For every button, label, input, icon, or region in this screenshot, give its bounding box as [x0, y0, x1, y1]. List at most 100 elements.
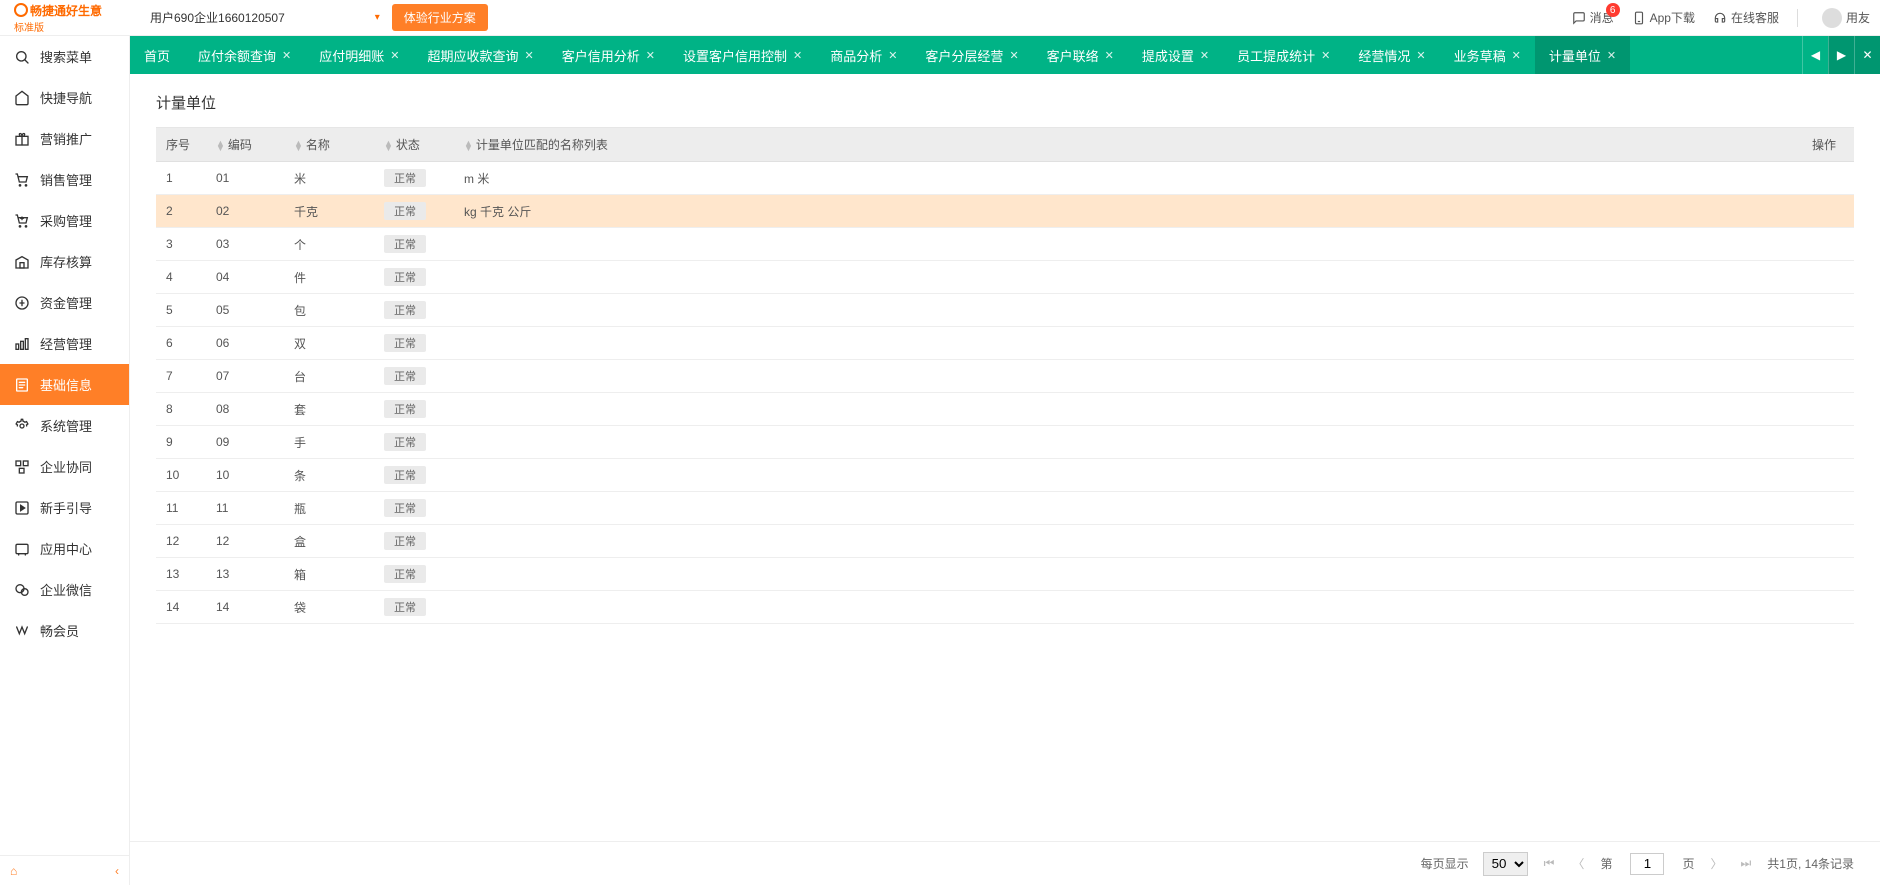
close-icon[interactable]: ✕ — [282, 49, 291, 62]
table-row[interactable]: 808套正常 — [156, 393, 1854, 426]
close-icon[interactable]: ✕ — [1105, 49, 1114, 62]
cell-seq: 5 — [156, 294, 206, 327]
cell-seq: 2 — [156, 195, 206, 228]
company-select-label: 用户690企业1660120507 — [150, 9, 285, 26]
close-icon[interactable]: ✕ — [1416, 49, 1425, 62]
table-row[interactable]: 707台正常 — [156, 360, 1854, 393]
app-download-link[interactable]: App下载 — [1632, 9, 1695, 26]
sidebar-item-3[interactable]: 销售管理 — [0, 159, 129, 200]
table-row[interactable]: 202千克正常kg 千克 公斤 — [156, 195, 1854, 228]
close-icon[interactable]: ✕ — [1512, 49, 1521, 62]
page-prev[interactable]: 〈 — [1570, 855, 1586, 872]
close-icon[interactable]: ✕ — [390, 49, 399, 62]
sidebar-item-12[interactable]: 应用中心 — [0, 528, 129, 569]
page-first[interactable]: ⏮ — [1542, 856, 1557, 871]
page-next[interactable]: 〉 — [1708, 855, 1724, 872]
sidebar-item-10[interactable]: 企业协同 — [0, 446, 129, 487]
table-row[interactable]: 303个正常 — [156, 228, 1854, 261]
table-row[interactable]: 1212盒正常 — [156, 525, 1854, 558]
table-row[interactable]: 505包正常 — [156, 294, 1854, 327]
tab-13[interactable]: 计量单位✕ — [1535, 36, 1630, 74]
table-row[interactable]: 909手正常 — [156, 426, 1854, 459]
sidebar-item-7[interactable]: 经营管理 — [0, 323, 129, 364]
sidebar-expand-icon[interactable]: ‹ — [115, 864, 119, 878]
close-icon[interactable]: ✕ — [1321, 49, 1330, 62]
tab-4[interactable]: 客户信用分析✕ — [548, 36, 669, 74]
page-size-select[interactable]: 50 — [1483, 852, 1528, 876]
chart-icon — [14, 336, 30, 352]
cell-name: 双 — [284, 327, 374, 360]
messages-link[interactable]: 消息 6 — [1572, 9, 1614, 26]
page-input[interactable] — [1630, 853, 1664, 875]
tab-12[interactable]: 业务草稿✕ — [1440, 36, 1535, 74]
table-row[interactable]: 606双正常 — [156, 327, 1854, 360]
col-match[interactable]: ▲▼计量单位匹配的名称列表 — [454, 128, 1794, 162]
col-status[interactable]: ▲▼状态 — [374, 128, 454, 162]
sidebar-item-11[interactable]: 新手引导 — [0, 487, 129, 528]
cell-status: 正常 — [374, 261, 454, 294]
tab-0[interactable]: 首页 — [130, 36, 184, 74]
sidebar-item-14[interactable]: 畅会员 — [0, 610, 129, 651]
trial-button[interactable]: 体验行业方案 — [392, 4, 488, 31]
cell-op — [1794, 525, 1854, 558]
sidebar-item-9[interactable]: 系统管理 — [0, 405, 129, 446]
tab-1[interactable]: 应付余额查询✕ — [184, 36, 305, 74]
table-row[interactable]: 101米正常m 米 — [156, 162, 1854, 195]
tab-3[interactable]: 超期应收款查询✕ — [413, 36, 547, 74]
cell-match — [454, 525, 1794, 558]
close-icon[interactable]: ✕ — [1607, 49, 1616, 62]
close-icon[interactable]: ✕ — [888, 49, 897, 62]
per-page-label: 每页显示 — [1421, 855, 1469, 872]
close-icon[interactable]: ✕ — [1200, 49, 1209, 62]
cell-name: 套 — [284, 393, 374, 426]
close-icon[interactable]: ✕ — [646, 49, 655, 62]
col-name[interactable]: ▲▼名称 — [284, 128, 374, 162]
sidebar-item-8[interactable]: 基础信息 — [0, 364, 129, 405]
table-row[interactable]: 404件正常 — [156, 261, 1854, 294]
cell-status: 正常 — [374, 492, 454, 525]
cell-code: 04 — [206, 261, 284, 294]
col-seq[interactable]: 序号 — [156, 128, 206, 162]
table-row[interactable]: 1010条正常 — [156, 459, 1854, 492]
tabs-close-all[interactable]: ✕ — [1854, 36, 1880, 74]
sidebar-item-2[interactable]: 营销推广 — [0, 118, 129, 159]
tab-8[interactable]: 客户联络✕ — [1033, 36, 1128, 74]
close-icon[interactable]: ✕ — [525, 49, 534, 62]
cell-match — [454, 327, 1794, 360]
tab-5[interactable]: 设置客户信用控制✕ — [669, 36, 816, 74]
sidebar-item-6[interactable]: 资金管理 — [0, 282, 129, 323]
tab-6[interactable]: 商品分析✕ — [816, 36, 911, 74]
cell-name: 袋 — [284, 591, 374, 624]
cell-status: 正常 — [374, 294, 454, 327]
page-last[interactable]: ⏭ — [1738, 856, 1753, 871]
cell-status: 正常 — [374, 228, 454, 261]
sidebar-item-13[interactable]: 企业微信 — [0, 569, 129, 610]
message-icon — [1572, 11, 1586, 25]
cell-match: m 米 — [454, 162, 1794, 195]
tab-10[interactable]: 员工提成统计✕ — [1223, 36, 1344, 74]
table-row[interactable]: 1111瓶正常 — [156, 492, 1854, 525]
col-code[interactable]: ▲▼编码 — [206, 128, 284, 162]
tabs-scroll-left[interactable]: ◀ — [1802, 36, 1828, 74]
table-row[interactable]: 1414袋正常 — [156, 591, 1854, 624]
sidebar-item-5[interactable]: 库存核算 — [0, 241, 129, 282]
sidebar-collapse-icon[interactable]: ⌂ — [10, 864, 17, 878]
user-menu[interactable]: 用友 — [1816, 8, 1870, 28]
tab-9[interactable]: 提成设置✕ — [1128, 36, 1223, 74]
sidebar-item-1[interactable]: 快捷导航 — [0, 77, 129, 118]
tab-11[interactable]: 经营情况✕ — [1344, 36, 1439, 74]
online-service-link[interactable]: 在线客服 — [1713, 9, 1779, 26]
tab-2[interactable]: 应付明细账✕ — [305, 36, 413, 74]
company-select[interactable]: 用户690企业1660120507 ▾ — [150, 9, 380, 26]
table-row[interactable]: 1313箱正常 — [156, 558, 1854, 591]
cell-status: 正常 — [374, 327, 454, 360]
table: 序号 ▲▼编码 ▲▼名称 ▲▼状态 ▲▼计量单位匹配的名称列表 操作 101米正… — [156, 127, 1854, 841]
close-icon[interactable]: ✕ — [793, 49, 802, 62]
close-icon[interactable]: ✕ — [1009, 49, 1018, 62]
sidebar-item-4[interactable]: 采购管理 — [0, 200, 129, 241]
sidebar-item-0[interactable]: 搜索菜单 — [0, 36, 129, 77]
tab-7[interactable]: 客户分层经营✕ — [911, 36, 1032, 74]
cell-name: 盒 — [284, 525, 374, 558]
header: 畅捷通好生意 标准版 用户690企业1660120507 ▾ 体验行业方案 消息… — [0, 0, 1880, 36]
tabs-scroll-right[interactable]: ▶ — [1828, 36, 1854, 74]
